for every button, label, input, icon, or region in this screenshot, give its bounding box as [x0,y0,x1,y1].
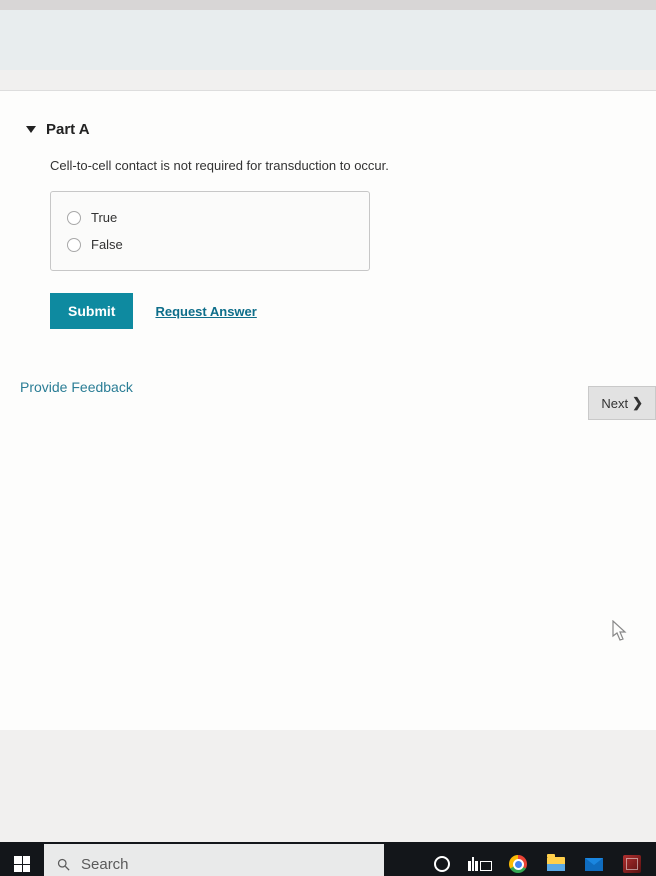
content-area: Part A Cell-to-cell contact is not requi… [0,90,656,730]
option-label: True [91,210,117,225]
screen: Part A Cell-to-cell contact is not requi… [0,10,656,876]
chevron-right-icon: ❯ [632,395,643,411]
next-button[interactable]: Next ❯ [588,386,656,420]
snip-button[interactable] [622,854,642,874]
action-row: Submit Request Answer [50,293,636,329]
taskbar-icons [432,854,656,874]
mail-icon [585,858,603,871]
windows-icon [14,856,30,872]
task-view-icon [468,857,492,871]
file-explorer-button[interactable] [546,854,566,874]
snip-icon [623,855,641,873]
folder-icon [547,857,565,871]
start-button[interactable] [0,842,44,876]
top-banner [0,10,656,70]
radio-icon[interactable] [67,238,81,252]
task-view-button[interactable] [470,854,490,874]
taskbar-search[interactable]: Search [44,844,384,876]
option-true[interactable]: True [67,204,353,231]
option-label: False [91,237,123,252]
radio-icon[interactable] [67,211,81,225]
request-answer-link[interactable]: Request Answer [155,304,256,319]
cursor-icon [612,620,628,642]
taskbar: Search [0,842,656,876]
mail-button[interactable] [584,854,604,874]
part-header[interactable]: Part A [26,121,636,138]
provide-feedback-link[interactable]: Provide Feedback [20,379,636,395]
search-icon [56,857,71,872]
circle-icon [434,856,450,872]
chevron-down-icon [26,126,36,133]
next-label: Next [601,396,628,411]
search-placeholder: Search [81,856,129,873]
chrome-icon [509,855,527,873]
chrome-button[interactable] [508,854,528,874]
submit-button[interactable]: Submit [50,293,133,329]
cortana-button[interactable] [432,854,452,874]
options-box: True False [50,191,370,271]
option-false[interactable]: False [67,231,353,258]
question-text: Cell-to-cell contact is not required for… [50,158,636,173]
part-title: Part A [46,121,90,138]
